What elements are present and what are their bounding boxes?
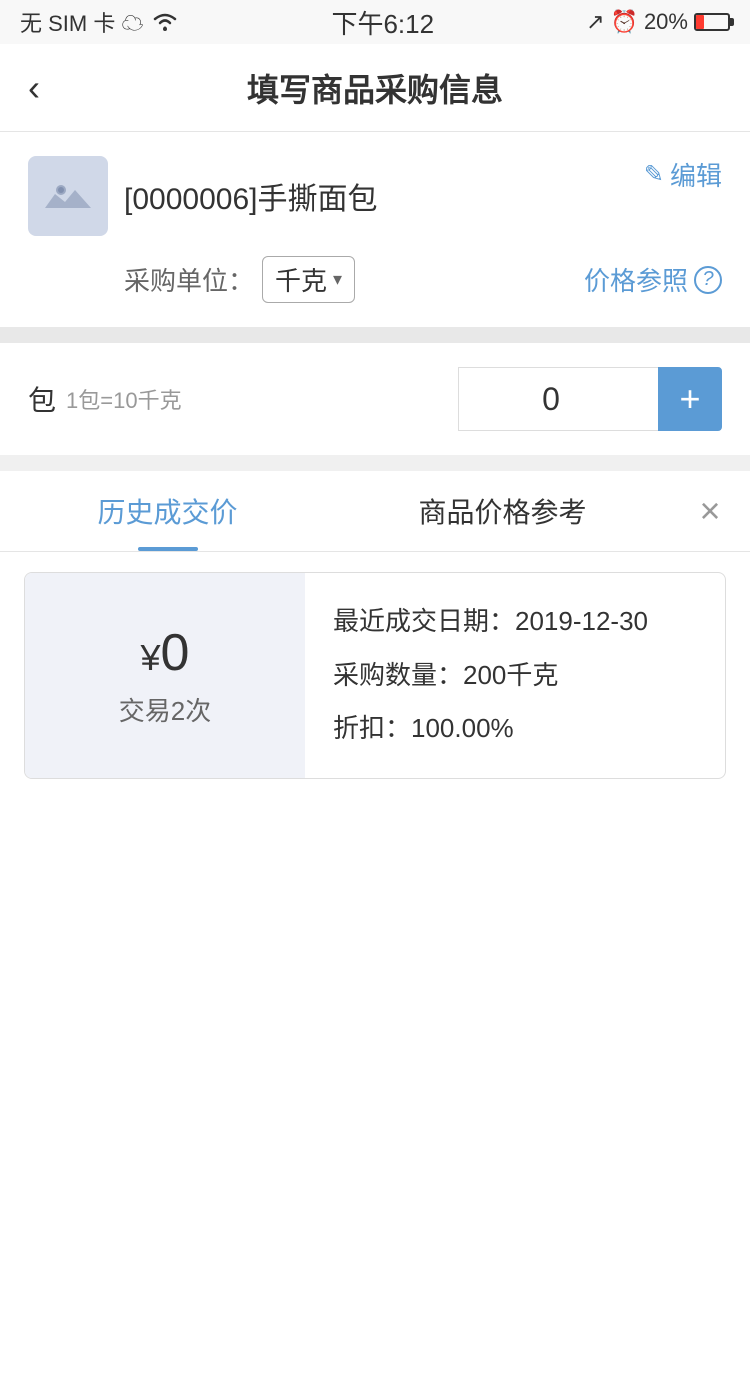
tab-product-price-ref[interactable]: 商品价格参考 — [335, 471, 670, 551]
info-icon: ? — [694, 266, 722, 294]
section-divider — [0, 327, 750, 343]
battery-icon — [694, 13, 730, 31]
quantity-controls: + — [458, 367, 722, 431]
battery-percent: 20% — [644, 9, 688, 35]
nav-bar: ‹ 填写商品采购信息 — [0, 44, 750, 132]
price-ref-label: 价格参照 — [584, 261, 688, 298]
quantity-input[interactable] — [458, 367, 658, 431]
quantity-plus-button[interactable]: + — [658, 367, 722, 431]
tab-active-indicator — [138, 547, 198, 551]
tab-header: 历史成交价 商品价格参考 × — [0, 471, 750, 552]
wifi-icon — [151, 12, 179, 32]
sim-label: 无 SIM 卡 ☁ — [20, 6, 143, 38]
tab-history-label: 历史成交价 — [97, 491, 237, 531]
currency-symbol: ¥ — [141, 637, 161, 678]
tab-product-label: 商品价格参考 — [418, 491, 586, 531]
product-section: [0000006]手撕面包 ✎ 编辑 采购单位： 千克 ▾ 价格参照 ? — [0, 132, 750, 327]
plus-icon: + — [679, 378, 700, 420]
empty-body — [0, 799, 750, 1399]
back-button[interactable]: ‹ — [28, 67, 40, 109]
price-card: ¥0 交易2次 最近成交日期：2019-12-30 采购数量：200千克 折扣：… — [24, 572, 726, 779]
tab-history-price[interactable]: 历史成交价 — [0, 471, 335, 551]
alarm-icon: ⏰ — [611, 9, 638, 35]
price-details: 最近成交日期：2019-12-30 采购数量：200千克 折扣：100.00% — [305, 573, 725, 778]
unit-value: 千克 — [275, 261, 327, 298]
unit-select-dropdown[interactable]: 千克 ▾ — [262, 256, 355, 303]
quantity-unit-info: 包 1包=10千克 — [28, 379, 182, 419]
direction-icon: ↗ — [586, 9, 604, 35]
status-bar: 无 SIM 卡 ☁ 下午6:12 ↗ ⏰ 20% — [0, 0, 750, 44]
unit-label: 采购单位： — [124, 261, 254, 298]
price-reference-button[interactable]: 价格参照 ? — [584, 261, 722, 298]
last-trade-date: 最近成交日期：2019-12-30 — [333, 601, 697, 643]
edit-button[interactable]: ✎ 编辑 — [644, 156, 722, 193]
dropdown-arrow-icon: ▾ — [333, 269, 342, 290]
tab-close-button[interactable]: × — [670, 471, 750, 551]
page-title: 填写商品采购信息 — [247, 65, 503, 111]
product-name: [0000006]手撕面包 — [124, 174, 377, 218]
price-display: ¥0 — [141, 623, 190, 683]
unit-hint: 1包=10千克 — [66, 383, 182, 415]
unit-badge: 包 — [28, 379, 56, 419]
product-info: [0000006]手撕面包 — [28, 156, 377, 236]
status-left: 无 SIM 卡 ☁ — [20, 6, 179, 38]
product-unit-row: 采购单位： 千克 ▾ 价格参照 ? — [28, 256, 722, 303]
discount-info: 折扣：100.00% — [333, 708, 697, 750]
price-value: 0 — [161, 624, 190, 682]
price-summary: ¥0 交易2次 — [25, 573, 305, 778]
edit-label: 编辑 — [670, 156, 722, 193]
product-image-icon — [43, 176, 93, 216]
edit-icon: ✎ — [644, 160, 664, 189]
status-right: ↗ ⏰ 20% — [586, 9, 730, 35]
purchase-quantity: 采购数量：200千克 — [333, 655, 697, 697]
quantity-section: 包 1包=10千克 + — [0, 343, 750, 455]
close-icon: × — [699, 490, 720, 532]
product-header: [0000006]手撕面包 ✎ 编辑 — [28, 156, 722, 236]
transaction-count: 交易2次 — [119, 691, 211, 728]
tab-section: 历史成交价 商品价格参考 × ¥0 交易2次 最近成交日期：2019-12-30… — [0, 471, 750, 799]
product-thumbnail — [28, 156, 108, 236]
price-card-container: ¥0 交易2次 最近成交日期：2019-12-30 采购数量：200千克 折扣：… — [0, 552, 750, 799]
status-time: 下午6:12 — [331, 4, 434, 41]
